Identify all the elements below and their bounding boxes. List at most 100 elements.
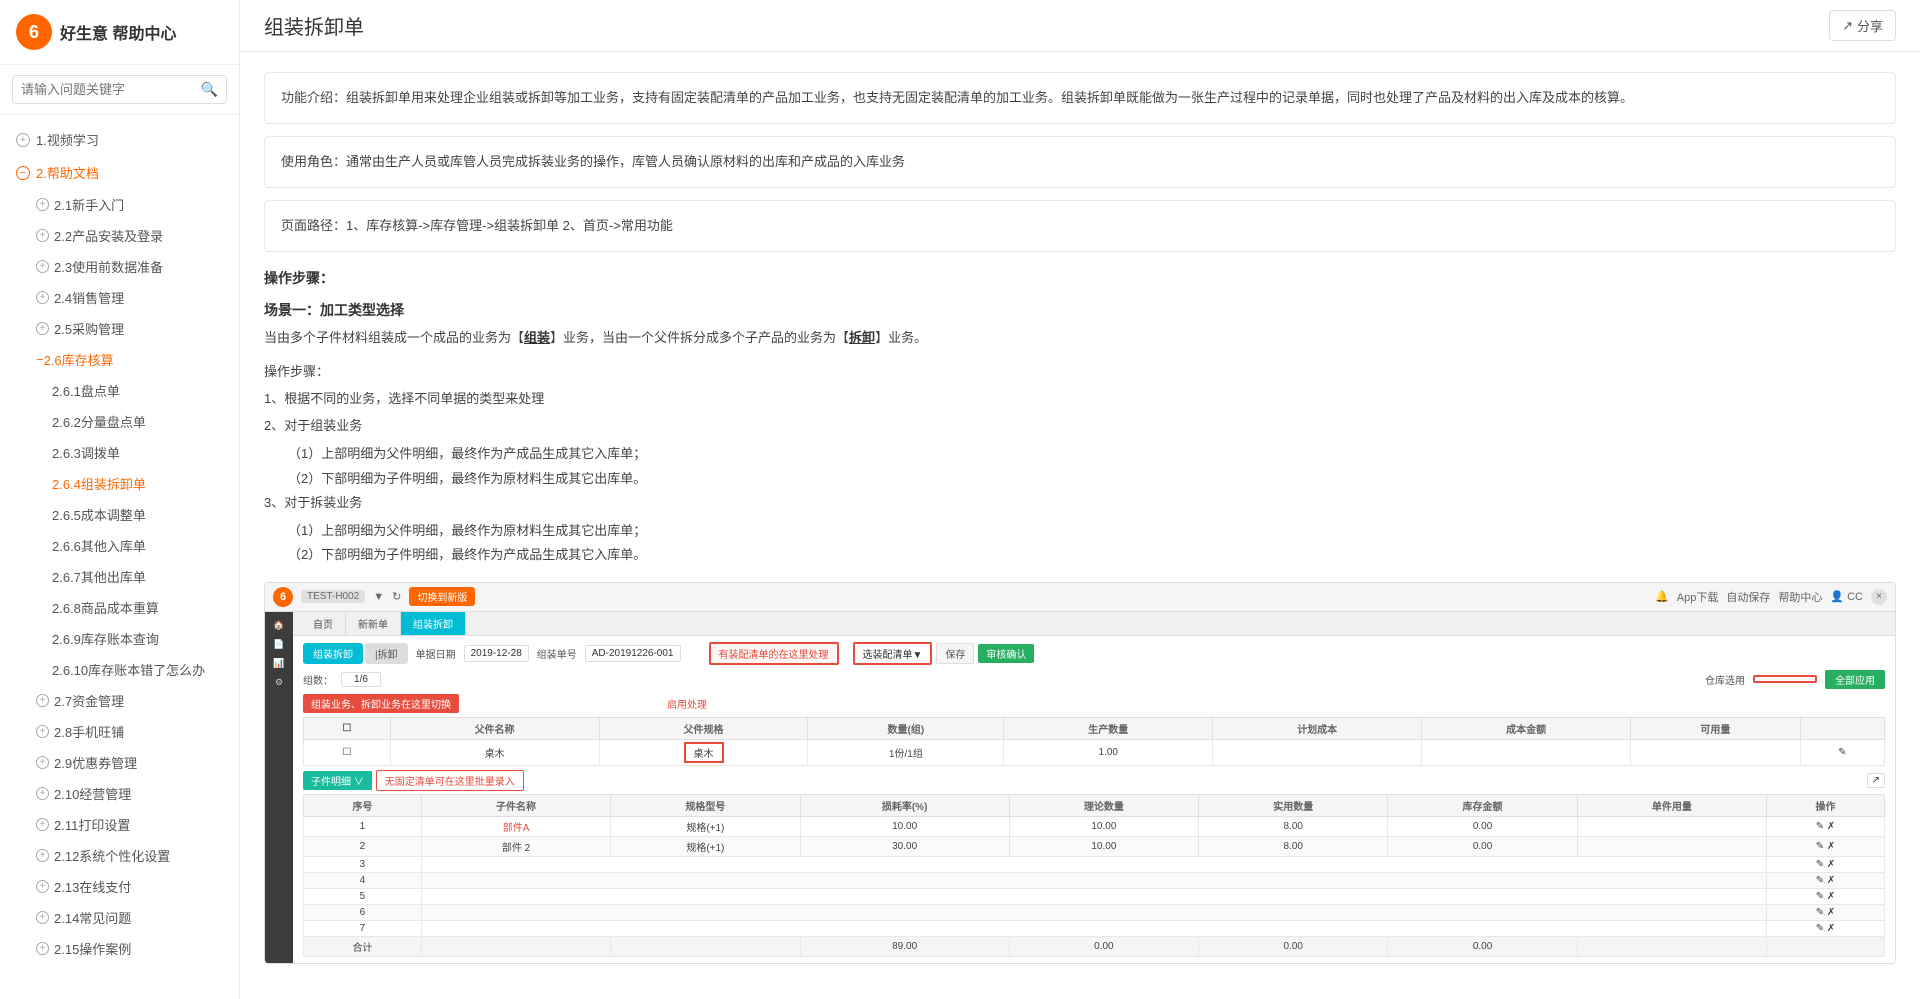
ss-child-row-5: 5 ✎ ✗ bbox=[304, 888, 1885, 904]
ss-user-avatar: 👤 CC bbox=[1830, 590, 1863, 603]
ss-table2-action-btn[interactable]: ↗ bbox=[1867, 773, 1885, 788]
share-button[interactable]: ↗ 分享 bbox=[1829, 10, 1896, 41]
ss-no-value: AD-20191226-001 bbox=[585, 645, 681, 662]
expand-icon-2-11: + bbox=[36, 818, 49, 831]
ss-foot-empty4 bbox=[1767, 936, 1885, 956]
ss-help-center: 帮助中心 bbox=[1778, 589, 1822, 605]
sidebar-item-2-15[interactable]: + 2.15操作案例 bbox=[0, 933, 239, 964]
nav-group-video: + 1.视频学习 bbox=[0, 123, 239, 156]
nav-sub-docs: + 2.1新手入门 + 2.2产品安装及登录 + 2.3使用前数据准备 + 2.… bbox=[0, 189, 239, 964]
ss-child-td-ops7: ✎ ✗ bbox=[1767, 920, 1885, 936]
sidebar-item-2-8[interactable]: + 2.8手机旺铺 bbox=[0, 716, 239, 747]
ss-child-td-empty4 bbox=[421, 872, 1766, 888]
sidebar-item-2-6-3[interactable]: 2.6.3调拨单 bbox=[0, 437, 239, 468]
sidebar-item-2-6[interactable]: − 2.6库存核算 bbox=[0, 344, 239, 375]
sidebar-item-2-4[interactable]: + 2.4销售管理 bbox=[0, 282, 239, 313]
sidebar-item-2-3[interactable]: + 2.3使用前数据准备 bbox=[0, 251, 239, 282]
ss-child-th-ops: 操作 bbox=[1767, 794, 1885, 816]
content-area: 功能介绍：组装拆卸单用来处理企业组装或拆卸等加工业务，支持有固定装配清单的产品加… bbox=[240, 52, 1920, 999]
sidebar-item-video[interactable]: + 1.视频学习 bbox=[0, 123, 239, 156]
ss-child-td-no2: 2 bbox=[304, 836, 422, 856]
ss-left-icon-nav: 🏠 📄 📊 ⚙ bbox=[265, 612, 293, 963]
logo-text: 好生意 帮助中心 bbox=[60, 20, 176, 44]
ss-child-td-ops1: ✎ ✗ bbox=[1767, 816, 1885, 836]
step2-title: 2、对于组装业务 bbox=[264, 414, 1896, 437]
ss-child-th-spec: 规格型号 bbox=[611, 794, 800, 816]
sidebar-item-2-14[interactable]: + 2.14常见问题 bbox=[0, 902, 239, 933]
sidebar-item-2-6-4[interactable]: 2.6.4组装拆卸单 bbox=[0, 468, 239, 499]
ss-close-button[interactable]: × bbox=[1871, 589, 1887, 605]
ss-tab-assembly[interactable]: 组装拆卸 bbox=[401, 612, 466, 635]
ss-tab-home[interactable]: 自页 bbox=[301, 612, 346, 635]
sidebar-item-2-2[interactable]: + 2.2产品安装及登录 bbox=[0, 220, 239, 251]
ops-section-title: 操作步骤： bbox=[264, 268, 1896, 288]
ss-annotation-group: 组装业务、拆卸业务在这里切换 启用处理 bbox=[303, 694, 1885, 713]
sidebar-item-2-6-5[interactable]: 2.6.5成本调整单 bbox=[0, 499, 239, 530]
ss-type-buttons: 组装拆卸 |拆卸 bbox=[303, 643, 408, 664]
ss-child-td-no5: 5 bbox=[304, 888, 422, 904]
ss-form-row-1: 组装拆卸 |拆卸 单据日期 2019-12-28 组装单号 AD-2019122… bbox=[303, 642, 1885, 665]
ss-btn-other-type[interactable]: |拆卸 bbox=[365, 643, 408, 664]
sidebar-item-2-13[interactable]: + 2.13在线支付 bbox=[0, 871, 239, 902]
expand-icon-2-8: + bbox=[36, 725, 49, 738]
sidebar-item-docs[interactable]: − 2.帮助文档 bbox=[0, 156, 239, 189]
step2-2: （2）下部明细为子件明细，最终作为原材料生成其它出库单。 bbox=[288, 467, 1896, 492]
ss-date-value: 2019-12-28 bbox=[464, 645, 529, 662]
ss-foot-empty1 bbox=[421, 936, 610, 956]
ss-tab-new[interactable]: 新新单 bbox=[346, 612, 401, 635]
sidebar-item-2-6-7[interactable]: 2.6.7其他出库单 bbox=[0, 561, 239, 592]
ss-warehouse-input[interactable] bbox=[1753, 675, 1817, 683]
main-content: 组装拆卸单 ↗ 分享 功能介绍：组装拆卸单用来处理企业组装或拆卸等加工业务，支持… bbox=[240, 0, 1920, 999]
expand-icon-video: + bbox=[16, 133, 30, 147]
sidebar-item-2-6-10[interactable]: 2.6.10库存账本错了怎么办 bbox=[0, 654, 239, 685]
ss-child-td-theory1: 10.00 bbox=[1009, 816, 1198, 836]
sidebar-item-2-6-1[interactable]: 2.6.1盘点单 bbox=[0, 375, 239, 406]
ss-child-td-actual1: 8.00 bbox=[1199, 816, 1388, 836]
sidebar-item-2-11[interactable]: + 2.11打印设置 bbox=[0, 809, 239, 840]
ss-child-td-stock2: 0.00 bbox=[1388, 836, 1577, 856]
search-icon[interactable]: 🔍 bbox=[201, 81, 218, 98]
ss-child-td-ops3: ✎ ✗ bbox=[1767, 856, 1885, 872]
ss-child-td-ops6: ✎ ✗ bbox=[1767, 904, 1885, 920]
ss-th-cost-amount: 成本金额 bbox=[1422, 717, 1631, 739]
sidebar-item-2-6-8[interactable]: 2.6.8商品成本重算 bbox=[0, 592, 239, 623]
ss-foot-val1: 89.00 bbox=[800, 936, 1009, 956]
ss-child-th-name: 子件名称 bbox=[421, 794, 610, 816]
ss-apply-btn[interactable]: 全部应用 bbox=[1825, 670, 1885, 689]
search-box[interactable]: 🔍 bbox=[12, 75, 227, 104]
ss-refresh-icon: ↻ bbox=[392, 590, 401, 603]
sidebar-item-2-1[interactable]: + 2.1新手入门 bbox=[0, 189, 239, 220]
expand-icon-2-3: + bbox=[36, 260, 49, 273]
ss-btn-assembly-type[interactable]: 组装拆卸 bbox=[303, 643, 363, 664]
ss-child-td-no6: 6 bbox=[304, 904, 422, 920]
ss-child-td-no: 1 bbox=[304, 816, 422, 836]
step3-details: （1）上部明细为父件明细，最终作为原材料生成其它出库单； （2）下部明细为子件明… bbox=[264, 519, 1896, 568]
ss-parent-row-1: ☐ 桌木 桌木 1份/1组 1.00 ✎ bbox=[304, 739, 1885, 765]
ss-confirm-btn[interactable]: 审核确认 bbox=[978, 644, 1034, 663]
ss-foot-label: 合计 bbox=[304, 936, 422, 956]
ss-child-section-btn: 子件明细 ∨ bbox=[303, 771, 372, 790]
ss-save-btn[interactable]: 保存 bbox=[936, 643, 974, 664]
search-input[interactable] bbox=[21, 82, 201, 97]
ss-table2-header-row: 子件明细 ∨ 无固定清单可在这里批量录入 ↗ bbox=[303, 770, 1885, 791]
ss-child-td-spec2: 规格(+1) bbox=[611, 836, 800, 856]
sidebar-item-2-6-9[interactable]: 2.6.9库存账本查询 bbox=[0, 623, 239, 654]
ops-steps-label: 操作步骤： bbox=[264, 360, 1896, 383]
sidebar-item-2-12[interactable]: + 2.12系统个性化设置 bbox=[0, 840, 239, 871]
sidebar-item-2-5[interactable]: + 2.5采购管理 bbox=[0, 313, 239, 344]
ss-filter-btn1[interactable]: 选装配清单▼ bbox=[853, 642, 933, 665]
ss-annotation3-text: 启用处理 bbox=[667, 696, 707, 711]
ss-td-parent-name: 桌木 bbox=[390, 739, 599, 765]
sidebar-item-2-9[interactable]: + 2.9优惠券管理 bbox=[0, 747, 239, 778]
screenshot-wrapper: 6 TEST-H002 ▼ ↻ 切换到新版 🔔 App下载 自动保存 帮助中心 … bbox=[264, 582, 1896, 964]
sidebar-item-2-7[interactable]: + 2.7资金管理 bbox=[0, 685, 239, 716]
sidebar-item-2-10[interactable]: + 2.10经营管理 bbox=[0, 778, 239, 809]
ss-child-td-empty5 bbox=[421, 888, 1766, 904]
ss-td-qty: 1份/1组 bbox=[808, 739, 1004, 765]
step2-details: （1）上部明细为父件明细，最终作为产成品生成其它入库单； （2）下部明细为子件明… bbox=[264, 442, 1896, 491]
search-area: 🔍 bbox=[0, 65, 239, 115]
sidebar-item-2-6-2[interactable]: 2.6.2分量盘点单 bbox=[0, 406, 239, 437]
sidebar-item-2-6-6[interactable]: 2.6.6其他入库单 bbox=[0, 530, 239, 561]
ss-app-download: App下载 bbox=[1677, 589, 1719, 605]
ss-child-td-actual2: 8.00 bbox=[1199, 836, 1388, 856]
